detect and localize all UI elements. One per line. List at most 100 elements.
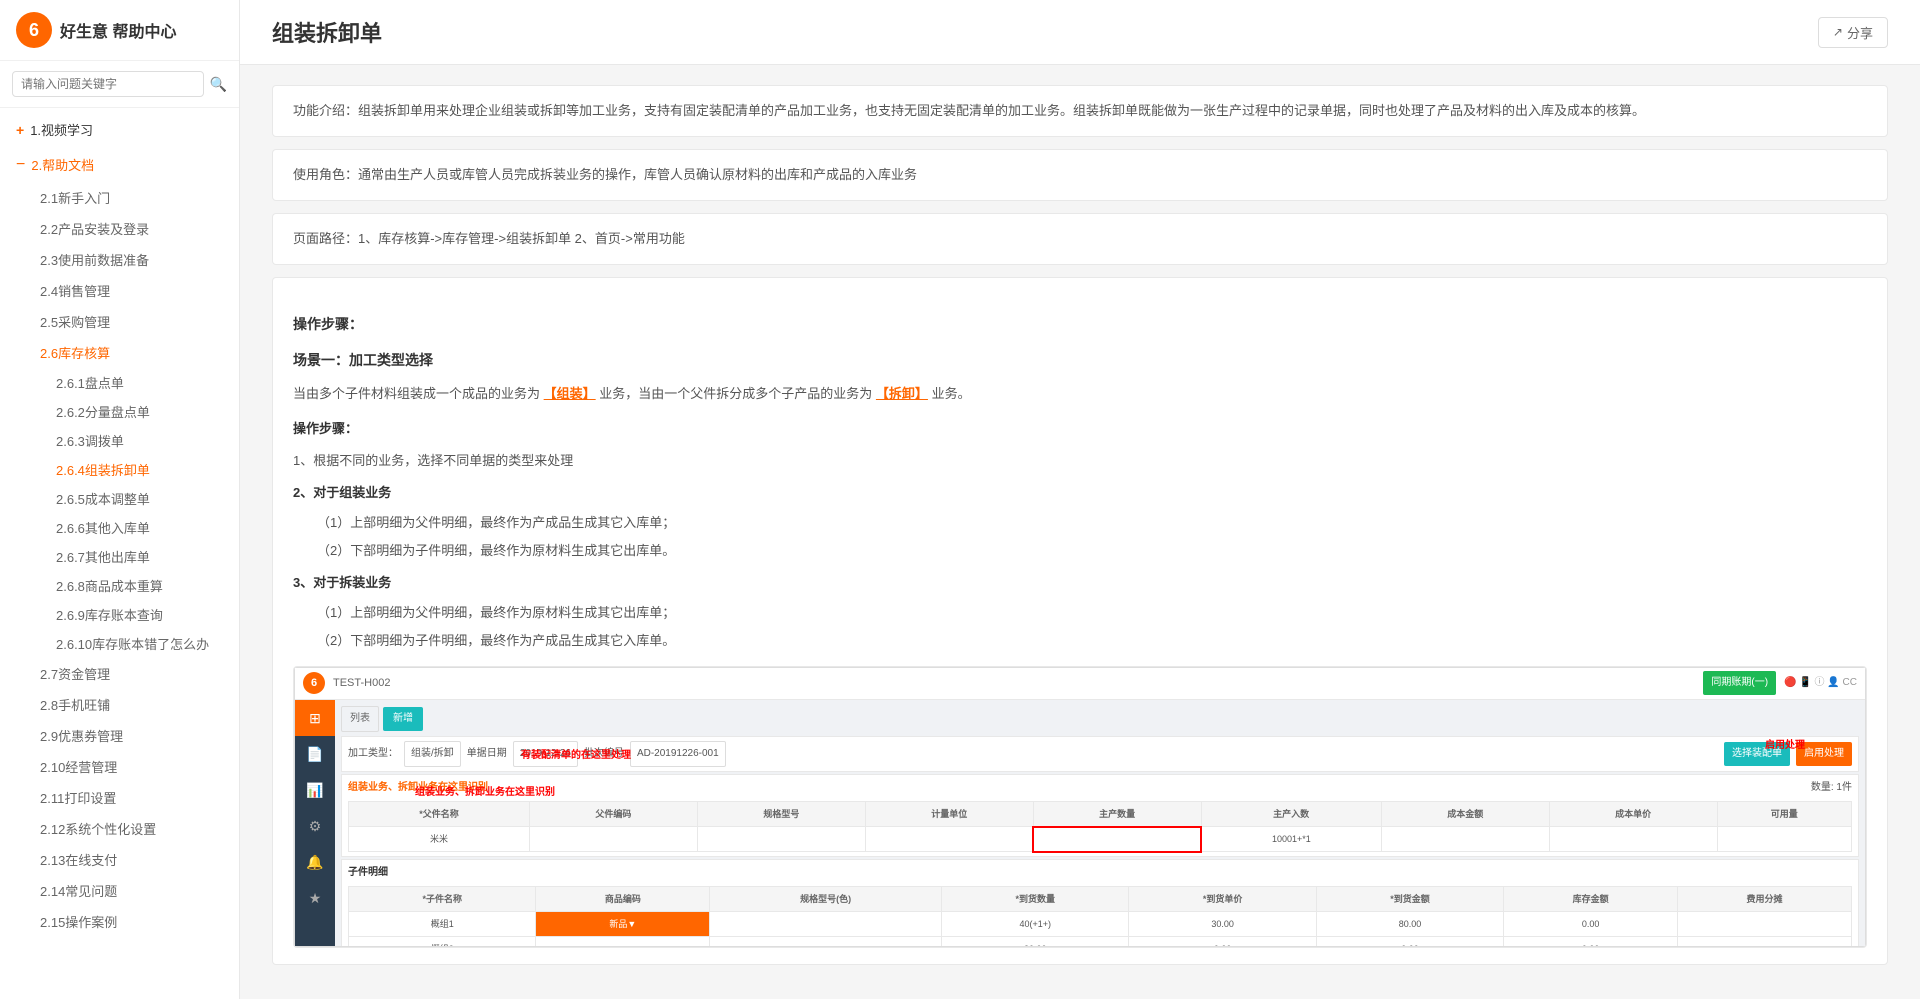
sim-parent-row: 米米 10001+*1 bbox=[349, 827, 1852, 852]
sim-parent-section: 组装业务、拆卸业务在这里识别 数量: 1件 *父件名称 父件编码 规格型号 bbox=[341, 774, 1859, 857]
scenario-highlight-1: 【组装】 bbox=[544, 386, 596, 401]
annotation-text-2: 组装业务、拆卸业务在这里识别 bbox=[415, 783, 555, 803]
intro-text: 功能介绍：组装拆卸单用来处理企业组装或拆卸等加工业务，支持有固定装配清单的产品加… bbox=[293, 103, 1645, 118]
sim-parent-cell-cost-amount bbox=[1381, 827, 1549, 852]
step2-sub1: （1）上部明细为父件明细，最终作为产成品生成其它入库单； bbox=[293, 510, 1867, 536]
sidebar-item-new-user[interactable]: 2.1新手入门 bbox=[24, 182, 239, 213]
sim-input-batch[interactable]: AD-20191226-001 bbox=[630, 741, 726, 767]
sim-parent-count: 数量: 1件 bbox=[1811, 778, 1852, 798]
sidebar-item-help-doc[interactable]: − 2.帮助文档 bbox=[0, 147, 239, 182]
sidebar-item-other-out[interactable]: 2.6.7其他出库单 bbox=[40, 542, 239, 571]
sidebar-item-system[interactable]: 2.12系统个性化设置 bbox=[24, 813, 239, 844]
sim-topbar-icons: 🔴 📱 ⓘ 👤 CC bbox=[1784, 673, 1857, 693]
sim-parent-table: *父件名称 父件编码 规格型号 计量单位 主产数量 主产入数 成本金额 成本单价 bbox=[348, 801, 1852, 853]
sidebar-item-partial-count[interactable]: 2.6.2分量盘点单 bbox=[40, 397, 239, 426]
sim-sidebar-bell: 🔔 bbox=[295, 844, 335, 880]
ops-steps-label: 操作步骤： bbox=[293, 416, 1867, 442]
sim-child-section: 子件明细 *子件名称 商品编码 规格型号(色) *到货数量 *到货 bbox=[341, 859, 1859, 946]
sim-parent-th-8: 成本单价 bbox=[1549, 801, 1717, 827]
path-block: 页面路径：1、库存核算->库存管理->组装拆卸单 2、首页->常用功能 bbox=[272, 213, 1888, 265]
sim-sidebar-chart: 📊 bbox=[295, 772, 335, 808]
sim-parent-th-2: 父件编码 bbox=[529, 801, 697, 827]
sim-parent-cell-qty bbox=[1033, 827, 1201, 852]
sidebar-item-sales[interactable]: 2.4销售管理 bbox=[24, 275, 239, 306]
minus-icon: − bbox=[16, 157, 25, 173]
sim-tab-list[interactable]: 列表 bbox=[341, 706, 379, 732]
share-button[interactable]: ↗ 分享 bbox=[1818, 17, 1888, 48]
sim-child-th-7: 库存金额 bbox=[1504, 886, 1678, 911]
sidebar-header: 6 好生意 帮助中心 bbox=[0, 0, 239, 61]
sidebar-item-purchase[interactable]: 2.5采购管理 bbox=[24, 306, 239, 337]
sim-parent-cell-spec bbox=[697, 827, 865, 852]
sim-child-cell-1-2: 新品▼ bbox=[536, 911, 710, 936]
sim-child-cell-2-2 bbox=[536, 936, 710, 946]
step3-sub1: （1）上部明细为父件明细，最终作为原材料生成其它出库单； bbox=[293, 600, 1867, 626]
sim-tab-new[interactable]: 新增 bbox=[383, 707, 423, 731]
sidebar-item-ledger-error[interactable]: 2.6.10库存账本错了怎么办 bbox=[40, 629, 239, 658]
sim-label-type: 加工类型： bbox=[348, 744, 398, 764]
sim-parent-cell-code bbox=[529, 827, 697, 852]
sim-child-cell-1-3 bbox=[710, 911, 942, 936]
sidebar-item-ledger-query[interactable]: 2.6.9库存账本查询 bbox=[40, 600, 239, 629]
sim-parent-cell-unit bbox=[865, 827, 1033, 852]
sim-child-cell-2-1: 概组2 bbox=[349, 936, 536, 946]
scenario-title: 场景一：加工类型选择 bbox=[293, 346, 1867, 374]
step2-sub2: （2）下部明细为子件明细，最终作为原材料生成其它出库单。 bbox=[293, 538, 1867, 564]
sim-child-cell-1-1: 概组1 bbox=[349, 911, 536, 936]
sim-label-date: 单据日期 bbox=[467, 744, 507, 764]
sim-child-th-6: *到货金额 bbox=[1316, 886, 1503, 911]
step2: 2、对于组装业务 bbox=[293, 480, 1867, 506]
sim-child-row-1: 概组1 新品▼ 40(+1+) 30.00 80.00 0.00 bbox=[349, 911, 1852, 936]
sim-parent-th-7: 成本金额 bbox=[1381, 801, 1549, 827]
sim-parent-header: 组装业务、拆卸业务在这里识别 数量: 1件 bbox=[348, 778, 1852, 798]
sim-parent-th-5: 主产数量 bbox=[1033, 801, 1201, 827]
sim-child-cell-2-8 bbox=[1678, 936, 1852, 946]
sidebar-item-other-in[interactable]: 2.6.6其他入库单 bbox=[40, 513, 239, 542]
sim-child-cell-2-3 bbox=[710, 936, 942, 946]
sidebar-item-coupon[interactable]: 2.9优惠券管理 bbox=[24, 720, 239, 751]
sidebar-item-operation[interactable]: 2.10经营管理 bbox=[24, 751, 239, 782]
sub-sub-nav-inventory: 2.6.1盘点单 2.6.2分量盘点单 2.6.3调拨单 2.6.4组装拆卸单 … bbox=[24, 368, 239, 658]
sidebar-item-inventory[interactable]: 2.6库存核算 bbox=[24, 337, 239, 368]
role-block: 使用角色：通常由生产人员或库管人员完成拆装业务的操作，库管人员确认原材料的出库和… bbox=[272, 149, 1888, 201]
sidebar-item-faq[interactable]: 2.14常见问题 bbox=[24, 875, 239, 906]
sidebar-item-install[interactable]: 2.2产品安装及登录 bbox=[24, 213, 239, 244]
sim-child-cell-1-4: 40(+1+) bbox=[942, 911, 1129, 936]
sidebar-item-cost-reset[interactable]: 2.6.8商品成本重算 bbox=[40, 571, 239, 600]
nav-section: + 1.视频学习 − 2.帮助文档 2.1新手入门 2.2产品安装及登录 2.3… bbox=[0, 108, 239, 941]
app-title: 好生意 帮助中心 bbox=[60, 18, 176, 42]
sim-green-btn[interactable]: 同期账期(一) bbox=[1703, 671, 1776, 695]
annotation-text-1: 有装配清单的在这里处理 bbox=[521, 746, 631, 766]
sim-child-cell-2-7: 0.00 bbox=[1504, 936, 1678, 946]
sidebar-item-mobile[interactable]: 2.8手机旺铺 bbox=[24, 689, 239, 720]
sidebar-item-assembly[interactable]: 2.6.4组装拆卸单 bbox=[40, 455, 239, 484]
sim-logo: 6 bbox=[303, 672, 325, 694]
scenario-highlight-2: 【拆卸】 bbox=[876, 386, 928, 401]
sim-sidebar-doc: 📄 bbox=[295, 736, 335, 772]
scenario-desc: 当由多个子件材料组装成一个成品的业务为 【组装】 业务，当由一个父件拆分成多个子… bbox=[293, 382, 1867, 405]
sim-parent-th-4: 计量单位 bbox=[865, 801, 1033, 827]
sidebar-item-online-pay[interactable]: 2.13在线支付 bbox=[24, 844, 239, 875]
sidebar-item-print[interactable]: 2.11打印设置 bbox=[24, 782, 239, 813]
sim-app-content: 列表 新增 加工类型： 组装/拆卸 单据日期 2019-12-26 批次编号 A… bbox=[335, 700, 1865, 946]
sidebar-item-video[interactable]: + 1.视频学习 bbox=[0, 112, 239, 147]
search-box[interactable]: 🔍 bbox=[0, 61, 239, 108]
sim-child-cell-1-8 bbox=[1678, 911, 1852, 936]
share-icon: ↗ bbox=[1833, 25, 1843, 39]
sim-parent-cell-name: 米米 bbox=[349, 827, 530, 852]
sidebar-item-cost-adjust[interactable]: 2.6.5成本调整单 bbox=[40, 484, 239, 513]
sidebar: 6 好生意 帮助中心 🔍 + 1.视频学习 − 2.帮助文档 2.1新手入门 2… bbox=[0, 0, 240, 999]
intro-block: 功能介绍：组装拆卸单用来处理企业组装或拆卸等加工业务，支持有固定装配清单的产品加… bbox=[272, 85, 1888, 137]
search-icon[interactable]: 🔍 bbox=[210, 76, 227, 93]
sim-child-th-8: 费用分摊 bbox=[1678, 886, 1852, 911]
sidebar-item-inventory-count[interactable]: 2.6.1盘点单 bbox=[40, 368, 239, 397]
sim-sidebar-home: ⊞ bbox=[295, 700, 335, 736]
sidebar-item-finance[interactable]: 2.7资金管理 bbox=[24, 658, 239, 689]
sidebar-item-data-prep[interactable]: 2.3使用前数据准备 bbox=[24, 244, 239, 275]
sidebar-item-adjustment[interactable]: 2.6.3调拨单 bbox=[40, 426, 239, 455]
ops-block: 操作步骤： 场景一：加工类型选择 当由多个子件材料组装成一个成品的业务为 【组装… bbox=[272, 277, 1888, 964]
search-input[interactable] bbox=[12, 71, 204, 97]
sidebar-item-cases[interactable]: 2.15操作案例 bbox=[24, 906, 239, 937]
sim-input-type[interactable]: 组装/拆卸 bbox=[404, 741, 461, 767]
sim-child-cell-2-5: 0.00 bbox=[1129, 936, 1316, 946]
